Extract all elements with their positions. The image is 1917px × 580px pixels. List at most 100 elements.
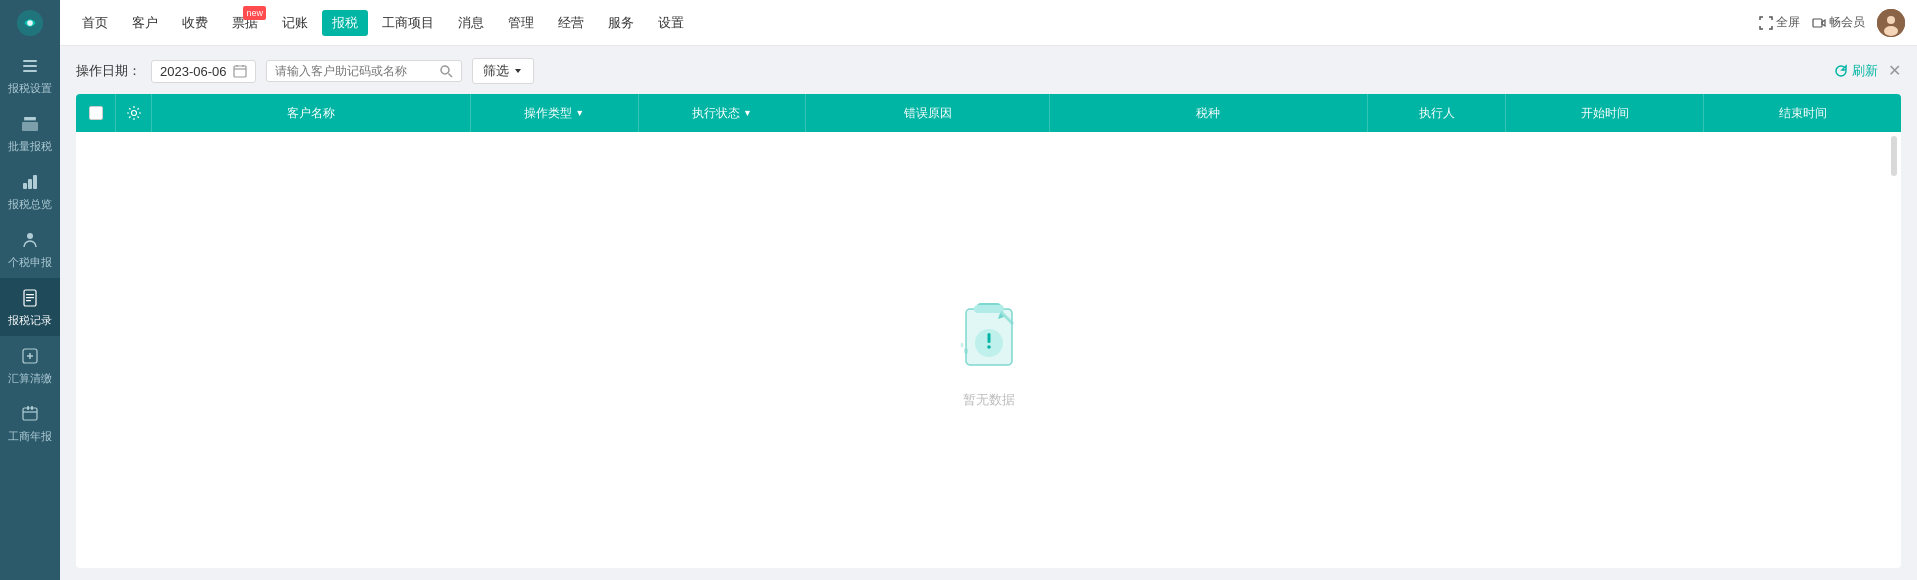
chevron-down-icon bbox=[513, 66, 523, 76]
th-error: 错误原因 bbox=[806, 94, 1049, 132]
svg-rect-18 bbox=[27, 406, 29, 410]
svg-rect-4 bbox=[23, 70, 37, 72]
nav-items: 首页 客户 收费 票据 new 记账 报税 工商项目 消息 管理 经营 服务 设… bbox=[72, 10, 1759, 36]
search-box[interactable] bbox=[266, 60, 462, 82]
fullscreen-icon bbox=[1759, 16, 1773, 30]
sidebar-item-pilianbaoshui[interactable]: 批量报税 bbox=[0, 104, 60, 162]
search-input[interactable] bbox=[275, 64, 435, 78]
nav-item-baoshui[interactable]: 报税 bbox=[322, 10, 368, 36]
nav-item-shezhi[interactable]: 设置 bbox=[648, 10, 694, 36]
select-all-checkbox[interactable] bbox=[89, 106, 103, 120]
svg-rect-17 bbox=[23, 408, 37, 420]
fullscreen-button[interactable]: 全屏 bbox=[1759, 14, 1800, 31]
logo-icon bbox=[15, 8, 45, 38]
svg-point-29 bbox=[441, 66, 449, 74]
settings-sidebar-icon bbox=[18, 54, 42, 78]
taxperson-sidebar-icon bbox=[18, 228, 42, 252]
scrollbar-hint[interactable] bbox=[1891, 136, 1897, 176]
nav-item-xiaoxi[interactable]: 消息 bbox=[448, 10, 494, 36]
svg-point-24 bbox=[1884, 26, 1898, 36]
th-optype[interactable]: 操作类型 ▼ bbox=[471, 94, 639, 132]
svg-rect-25 bbox=[234, 66, 246, 77]
empty-illustration bbox=[944, 291, 1034, 381]
user-avatar[interactable] bbox=[1877, 9, 1905, 37]
table-header: 客户名称 操作类型 ▼ 执行状态 ▼ 错误原因 税种 执行人 bbox=[76, 94, 1901, 132]
sidebar-item-baoshuijilu[interactable]: 报税记录 bbox=[0, 278, 60, 336]
svg-point-38 bbox=[964, 348, 968, 354]
svg-rect-15 bbox=[26, 300, 31, 301]
nav-item-shouye[interactable]: 首页 bbox=[72, 10, 118, 36]
svg-point-11 bbox=[27, 233, 33, 239]
svg-rect-13 bbox=[26, 294, 34, 295]
nav-item-guanli[interactable]: 管理 bbox=[498, 10, 544, 36]
th-executor: 执行人 bbox=[1368, 94, 1506, 132]
th-starttime: 开始时间 bbox=[1506, 94, 1704, 132]
th-name: 客户名称 bbox=[152, 94, 471, 132]
table-body: 暂无数据 bbox=[76, 132, 1901, 568]
close-button[interactable]: ✕ bbox=[1888, 63, 1901, 79]
data-table: 客户名称 操作类型 ▼ 执行状态 ▼ 错误原因 税种 执行人 bbox=[76, 94, 1901, 568]
sidebar-logo[interactable] bbox=[0, 0, 60, 46]
nav-item-jingying[interactable]: 经营 bbox=[548, 10, 594, 36]
nav-item-piaoju[interactable]: 票据 new bbox=[222, 10, 268, 36]
svg-rect-10 bbox=[33, 175, 37, 189]
th-checkbox[interactable] bbox=[76, 94, 116, 132]
sidebar-item-baoshuishezhi[interactable]: 报税设置 bbox=[0, 46, 60, 104]
svg-rect-8 bbox=[23, 183, 27, 189]
sidebar-item-baoshuizonglan[interactable]: 报税总览 bbox=[0, 162, 60, 220]
calendar-icon bbox=[233, 64, 247, 78]
nav-item-jizhang[interactable]: 记账 bbox=[272, 10, 318, 36]
svg-point-1 bbox=[27, 20, 33, 26]
refresh-icon bbox=[1834, 64, 1848, 78]
annual-sidebar-icon bbox=[18, 402, 42, 426]
nav-item-kehu[interactable]: 客户 bbox=[122, 10, 168, 36]
svg-rect-3 bbox=[23, 65, 37, 67]
topnav-right: 全屏 畅会员 bbox=[1759, 9, 1905, 37]
empty-state: 暂无数据 bbox=[944, 291, 1034, 409]
overview-sidebar-icon bbox=[18, 170, 42, 194]
optype-filter-icon: ▼ bbox=[575, 108, 584, 118]
top-navigation: 首页 客户 收费 票据 new 记账 报税 工商项目 消息 管理 经营 服务 设… bbox=[60, 0, 1917, 46]
calc-sidebar-icon bbox=[18, 344, 42, 368]
svg-rect-36 bbox=[987, 333, 990, 343]
video-icon bbox=[1812, 16, 1826, 30]
avatar-icon bbox=[1877, 9, 1905, 37]
record-sidebar-icon bbox=[18, 286, 42, 310]
sidebar-item-gongshangnianbao[interactable]: 工商年报 bbox=[0, 394, 60, 452]
content-area: 操作日期： 2023-06-06 筛选 bbox=[60, 46, 1917, 580]
sidebar-item-huisuanqingchu[interactable]: 汇算清缴 bbox=[0, 336, 60, 394]
svg-rect-5 bbox=[24, 117, 36, 120]
svg-point-23 bbox=[1887, 16, 1895, 24]
search-icon bbox=[439, 64, 453, 78]
date-picker[interactable]: 2023-06-06 bbox=[151, 60, 256, 83]
sidebar: 报税设置 批量报税 报税总览 个税申报 报税记录 汇算清缴 工商 bbox=[0, 0, 60, 580]
svg-rect-2 bbox=[23, 60, 37, 62]
vip-button[interactable]: 畅会员 bbox=[1812, 14, 1865, 31]
svg-rect-14 bbox=[26, 297, 34, 298]
nav-item-gongshangxiangmu[interactable]: 工商项目 bbox=[372, 10, 444, 36]
svg-point-31 bbox=[131, 111, 136, 116]
batch-sidebar-icon bbox=[18, 112, 42, 136]
th-endtime: 结束时间 bbox=[1704, 94, 1901, 132]
main-container: 首页 客户 收费 票据 new 记账 报税 工商项目 消息 管理 经营 服务 设… bbox=[60, 0, 1917, 580]
filter-button[interactable]: 筛选 bbox=[472, 58, 534, 84]
svg-rect-34 bbox=[974, 305, 1004, 313]
svg-rect-19 bbox=[31, 406, 33, 410]
svg-rect-21 bbox=[1813, 19, 1822, 27]
refresh-button[interactable]: 刷新 bbox=[1834, 62, 1878, 80]
svg-rect-7 bbox=[24, 120, 36, 121]
svg-point-39 bbox=[960, 343, 963, 348]
nav-item-fuwu[interactable]: 服务 bbox=[598, 10, 644, 36]
nav-item-shoufei[interactable]: 收费 bbox=[172, 10, 218, 36]
date-label: 操作日期： bbox=[76, 62, 141, 80]
sidebar-item-geshuishenbao[interactable]: 个税申报 bbox=[0, 220, 60, 278]
status-filter-icon: ▼ bbox=[743, 108, 752, 118]
column-settings-icon bbox=[126, 105, 142, 121]
th-taxtype: 税种 bbox=[1050, 94, 1369, 132]
svg-rect-9 bbox=[28, 179, 32, 189]
th-status[interactable]: 执行状态 ▼ bbox=[639, 94, 807, 132]
empty-text: 暂无数据 bbox=[963, 391, 1015, 409]
toolbar: 操作日期： 2023-06-06 筛选 bbox=[76, 58, 1901, 84]
th-settings[interactable] bbox=[116, 94, 152, 132]
svg-point-37 bbox=[987, 345, 991, 349]
